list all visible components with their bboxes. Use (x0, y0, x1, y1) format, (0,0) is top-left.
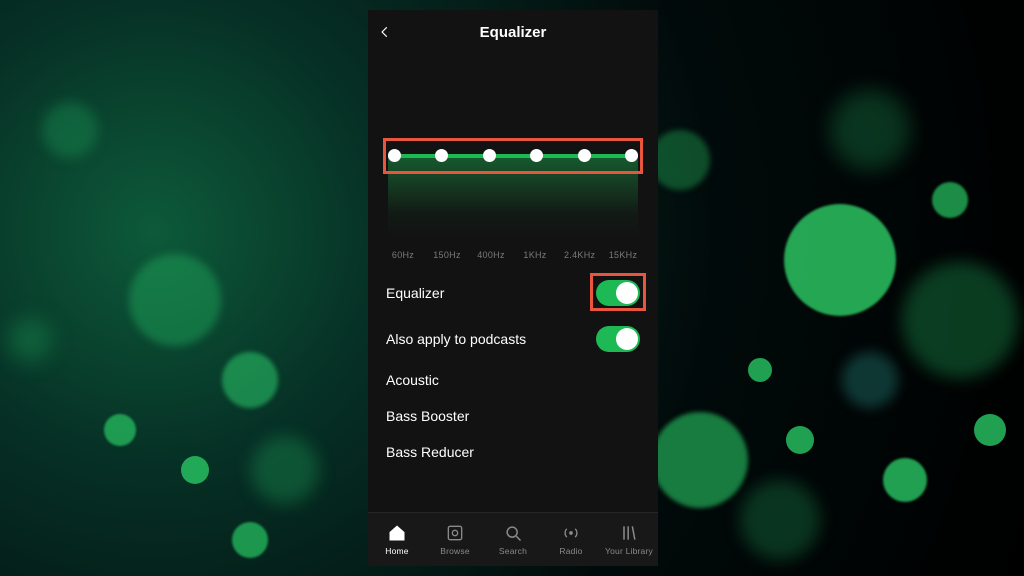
radio-icon (561, 523, 581, 543)
preset-row[interactable]: Bass Reducer (368, 434, 658, 470)
settings-list: Equalizer Also apply to podcasts Acoustic B… (368, 264, 658, 512)
setting-row-toggle: Equalizer (368, 270, 658, 316)
eq-band-handle[interactable] (435, 149, 448, 162)
bokeh-circle (232, 522, 268, 558)
preset-row[interactable]: Acoustic (368, 362, 658, 398)
setting-label: Also apply to podcasts (386, 331, 526, 347)
nav-item-radio[interactable]: Radio (542, 513, 600, 566)
library-icon (619, 523, 639, 543)
eq-band-handle[interactable] (625, 149, 638, 162)
bokeh-circle (883, 458, 927, 502)
eq-band-handle[interactable] (388, 149, 401, 162)
eq-band-handle[interactable] (483, 149, 496, 162)
chevron-left-icon (378, 25, 392, 39)
page-title: Equalizer (480, 24, 547, 41)
browse-icon (445, 523, 465, 543)
nav-label: Radio (559, 546, 582, 556)
setting-row-toggle: Also apply to podcasts (368, 316, 658, 362)
back-button[interactable] (378, 10, 408, 54)
eq-band-handle[interactable] (530, 149, 543, 162)
bokeh-circle (784, 204, 896, 316)
nav-item-browse[interactable]: Browse (426, 513, 484, 566)
bokeh-circle (181, 456, 209, 484)
setting-label: Equalizer (386, 285, 444, 301)
nav-item-search[interactable]: Search (484, 513, 542, 566)
bokeh-circle (974, 414, 1006, 446)
frequency-label: 150Hz (432, 250, 462, 260)
nav-item-library[interactable]: Your Library (600, 513, 658, 566)
bokeh-circle (42, 102, 98, 158)
search-icon (503, 523, 523, 543)
frequency-label: 400Hz (476, 250, 506, 260)
bokeh-circle (786, 426, 814, 454)
bokeh-circle (104, 414, 136, 446)
nav-label: Search (499, 546, 527, 556)
home-icon (387, 523, 407, 543)
frequency-labels: 60Hz 150Hz 400Hz 1KHz 2.4KHz 15KHz (388, 250, 638, 260)
bokeh-circle (748, 358, 772, 382)
bokeh-circle (842, 352, 898, 408)
phone-screen: Equalizer 60Hz150Hz400Hz1KHz2.4KHz15KHz … (368, 10, 658, 566)
bokeh-circle (902, 262, 1018, 378)
frequency-label: 2.4KHz (564, 250, 594, 260)
frequency-label: 15KHz (608, 250, 638, 260)
nav-label: Browse (440, 546, 470, 556)
bokeh-circle (8, 318, 52, 362)
setting-label: Acoustic (386, 372, 439, 388)
frequency-label: 1KHz (520, 250, 550, 260)
bottom-nav: Home Browse Search Radio Your Library (368, 512, 658, 566)
eq-band-handle[interactable] (578, 149, 591, 162)
toggle-switch[interactable] (596, 326, 640, 352)
bokeh-circle (251, 436, 319, 504)
preset-row[interactable]: Bass Booster (368, 398, 658, 434)
bokeh-circle (129, 254, 221, 346)
nav-label: Your Library (605, 546, 653, 556)
header: Equalizer (368, 10, 658, 54)
bokeh-circle (222, 352, 278, 408)
bokeh-circle (652, 412, 748, 508)
bokeh-circle (932, 182, 968, 218)
frequency-label: 60Hz (388, 250, 418, 260)
bokeh-circle (650, 130, 710, 190)
bokeh-circle (740, 480, 820, 560)
nav-item-home[interactable]: Home (368, 513, 426, 566)
equalizer-graph: 60Hz 150Hz 400Hz 1KHz 2.4KHz 15KHz (368, 54, 658, 264)
equalizer-fill (388, 154, 638, 238)
nav-label: Home (385, 546, 408, 556)
setting-label: Bass Reducer (386, 444, 474, 460)
annotation-highlight-toggle (590, 273, 646, 311)
setting-label: Bass Booster (386, 408, 469, 424)
bokeh-circle (830, 90, 910, 170)
